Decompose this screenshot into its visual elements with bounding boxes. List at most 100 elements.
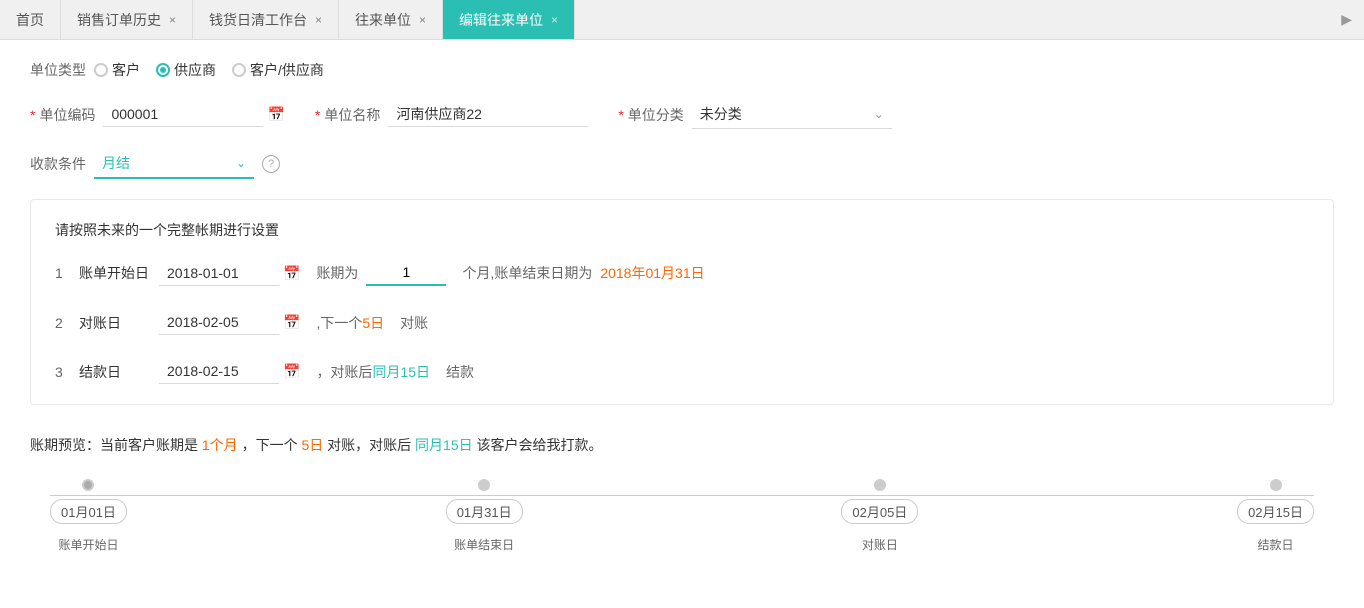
row-1-date-wrap: 📅: [159, 261, 300, 286]
payment-condition-row: 收款条件 月结 ⌄ ?: [30, 149, 1334, 179]
timeline-point-3: 02月15日 结款日: [1237, 479, 1314, 553]
row-1-date-input[interactable]: [159, 261, 279, 286]
unit-code-group: * 单位编码 📅: [30, 102, 285, 127]
tab-edit-partner-close[interactable]: ×: [551, 13, 558, 27]
row-1-period-label: 账期为: [316, 263, 358, 283]
unit-name-input[interactable]: [388, 102, 588, 127]
timeline-dot-0: [82, 479, 94, 491]
preview-prefix: 账期预览：当前客户账期是: [30, 437, 198, 453]
row-3-num: 3: [55, 364, 79, 380]
setting-row-1: 1 账单开始日 📅 账期为 个月,账单结束日期为 2018年01月31日: [55, 260, 1309, 286]
timeline-date-3: 02月15日: [1237, 499, 1314, 524]
timeline-date-2: 02月05日: [841, 499, 918, 524]
unit-category-arrow-icon: ⌄: [874, 107, 884, 121]
row-3-date-input[interactable]: [159, 359, 279, 384]
tab-home[interactable]: 首页: [0, 0, 61, 39]
settings-card: 请按照未来的一个完整帐期进行设置 1 账单开始日 📅 账期为 个月,账单结束日期…: [30, 199, 1334, 405]
unit-category-select[interactable]: 未分类 ⌄: [692, 100, 892, 129]
row-2-date-wrap: 📅: [159, 310, 300, 335]
settings-card-title: 请按照未来的一个完整帐期进行设置: [55, 220, 1309, 240]
row-2-label: 对账日: [79, 313, 159, 333]
row-2-suffix-before: ,下一个: [316, 313, 362, 333]
tab-cash-daily-close[interactable]: ×: [315, 13, 322, 27]
payment-condition-select[interactable]: 月结 ⌄: [94, 149, 254, 179]
tab-partners-close[interactable]: ×: [419, 13, 426, 27]
radio-supplier-circle: [156, 63, 170, 77]
timeline-date-0: 01月01日: [50, 499, 127, 524]
timeline-label-1: 账单结束日: [454, 536, 514, 553]
tab-partners[interactable]: 往来单位 ×: [339, 0, 443, 39]
payment-condition-arrow-icon: ⌄: [236, 156, 246, 170]
unit-name-required: *: [315, 107, 320, 123]
timeline-label-0: 账单开始日: [58, 536, 118, 553]
tab-partners-label: 往来单位: [355, 10, 411, 30]
unit-category-required: *: [618, 107, 623, 123]
row-3-suffix-mid: 同月15日: [372, 362, 430, 382]
unit-code-input[interactable]: [103, 102, 263, 127]
row-3-date-wrap: 📅: [159, 359, 300, 384]
row-1-num: 1: [55, 265, 79, 281]
tab-cash-daily-label: 钱货日清工作台: [209, 10, 307, 30]
tab-bar: 首页 销售订单历史 × 钱货日清工作台 × 往来单位 × 编辑往来单位 × ▶: [0, 0, 1364, 40]
preview-section: 账期预览：当前客户账期是 1个月 ，下一个 5日 对账，对账后 同月15日 该客…: [30, 425, 1334, 573]
preview-mid2: 对账，对账后: [327, 437, 411, 453]
tab-home-label: 首页: [16, 10, 44, 30]
radio-both[interactable]: 客户/供应商: [232, 60, 324, 80]
unit-type-radio-group: 客户 供应商 客户/供应商: [94, 60, 324, 80]
unit-code-label: 单位编码: [39, 105, 95, 125]
timeline-label-3: 结款日: [1258, 536, 1294, 553]
radio-customer-circle: [94, 63, 108, 77]
row-2-date-input[interactable]: [159, 310, 279, 335]
row-1-period-unit: 个月,账单结束日期为: [462, 263, 592, 283]
setting-row-2: 2 对账日 📅 ,下一个 5日 对账: [55, 310, 1309, 335]
tab-edit-partner-label: 编辑往来单位: [459, 10, 543, 30]
timeline-label-2: 对账日: [862, 536, 898, 553]
preview-text: 账期预览：当前客户账期是 1个月 ，下一个 5日 对账，对账后 同月15日 该客…: [30, 435, 1334, 455]
radio-both-circle: [232, 63, 246, 77]
radio-customer-label: 客户: [112, 60, 140, 80]
preview-mid1: ，下一个: [242, 437, 298, 453]
unit-name-label: 单位名称: [324, 105, 380, 125]
unit-type-label: 单位类型: [30, 60, 86, 80]
payment-condition-label: 收款条件: [30, 154, 86, 174]
main-content: 单位类型 客户 供应商 客户/供应商 * 单位编码 📅 * 单位名称: [0, 40, 1364, 608]
preview-suffix: 该客户会给我打款。: [477, 437, 603, 453]
radio-supplier[interactable]: 供应商: [156, 60, 216, 80]
row-3-label: 结款日: [79, 362, 159, 382]
tab-overflow-arrow[interactable]: ▶: [1329, 0, 1364, 39]
row-3-calendar-icon[interactable]: 📅: [283, 363, 300, 380]
preview-part3: 同月15日: [415, 437, 473, 453]
preview-part2: 5日: [301, 437, 323, 453]
radio-supplier-label: 供应商: [174, 60, 216, 80]
tab-sales-history[interactable]: 销售订单历史 ×: [61, 0, 193, 39]
timeline-date-1: 01月31日: [446, 499, 523, 524]
tab-sales-history-close[interactable]: ×: [169, 13, 176, 27]
help-icon[interactable]: ?: [262, 155, 280, 173]
row-2-suffix-after: 对账: [400, 313, 428, 333]
row-1-calendar-icon[interactable]: 📅: [283, 265, 300, 282]
timeline-point-2: 02月05日 对账日: [841, 479, 918, 553]
radio-customer[interactable]: 客户: [94, 60, 140, 80]
row-3-suffix-after: 结款: [446, 362, 474, 382]
timeline-point-0: 01月01日 账单开始日: [50, 479, 127, 553]
timeline-points: 01月01日 账单开始日 01月31日 账单结束日 02月05日 对账日 02月…: [50, 479, 1314, 553]
tab-cash-daily[interactable]: 钱货日清工作台 ×: [193, 0, 339, 39]
timeline: 01月01日 账单开始日 01月31日 账单结束日 02月05日 对账日 02月…: [30, 479, 1334, 553]
row-2-num: 2: [55, 315, 79, 331]
tab-sales-history-label: 销售订单历史: [77, 10, 161, 30]
tab-edit-partner[interactable]: 编辑往来单位 ×: [443, 0, 575, 39]
row-1-period-input[interactable]: [366, 260, 446, 286]
row-1-period-end-date: 2018年01月31日: [600, 263, 704, 283]
unit-name-group: * 单位名称: [315, 102, 588, 127]
code-name-category-row: * 单位编码 📅 * 单位名称 * 单位分类 未分类 ⌄: [30, 100, 1334, 129]
timeline-dot-1: [478, 479, 490, 491]
unit-code-required: *: [30, 107, 35, 123]
radio-both-label: 客户/供应商: [250, 60, 324, 80]
setting-row-3: 3 结款日 📅 ，对账后 同月15日 结款: [55, 359, 1309, 384]
unit-category-value: 未分类: [700, 104, 874, 124]
unit-category-label: 单位分类: [628, 105, 684, 125]
unit-code-icon[interactable]: 📅: [267, 106, 284, 123]
unit-category-group: * 单位分类 未分类 ⌄: [618, 100, 891, 129]
row-2-calendar-icon[interactable]: 📅: [283, 314, 300, 331]
preview-part1: 1个月: [202, 437, 238, 453]
